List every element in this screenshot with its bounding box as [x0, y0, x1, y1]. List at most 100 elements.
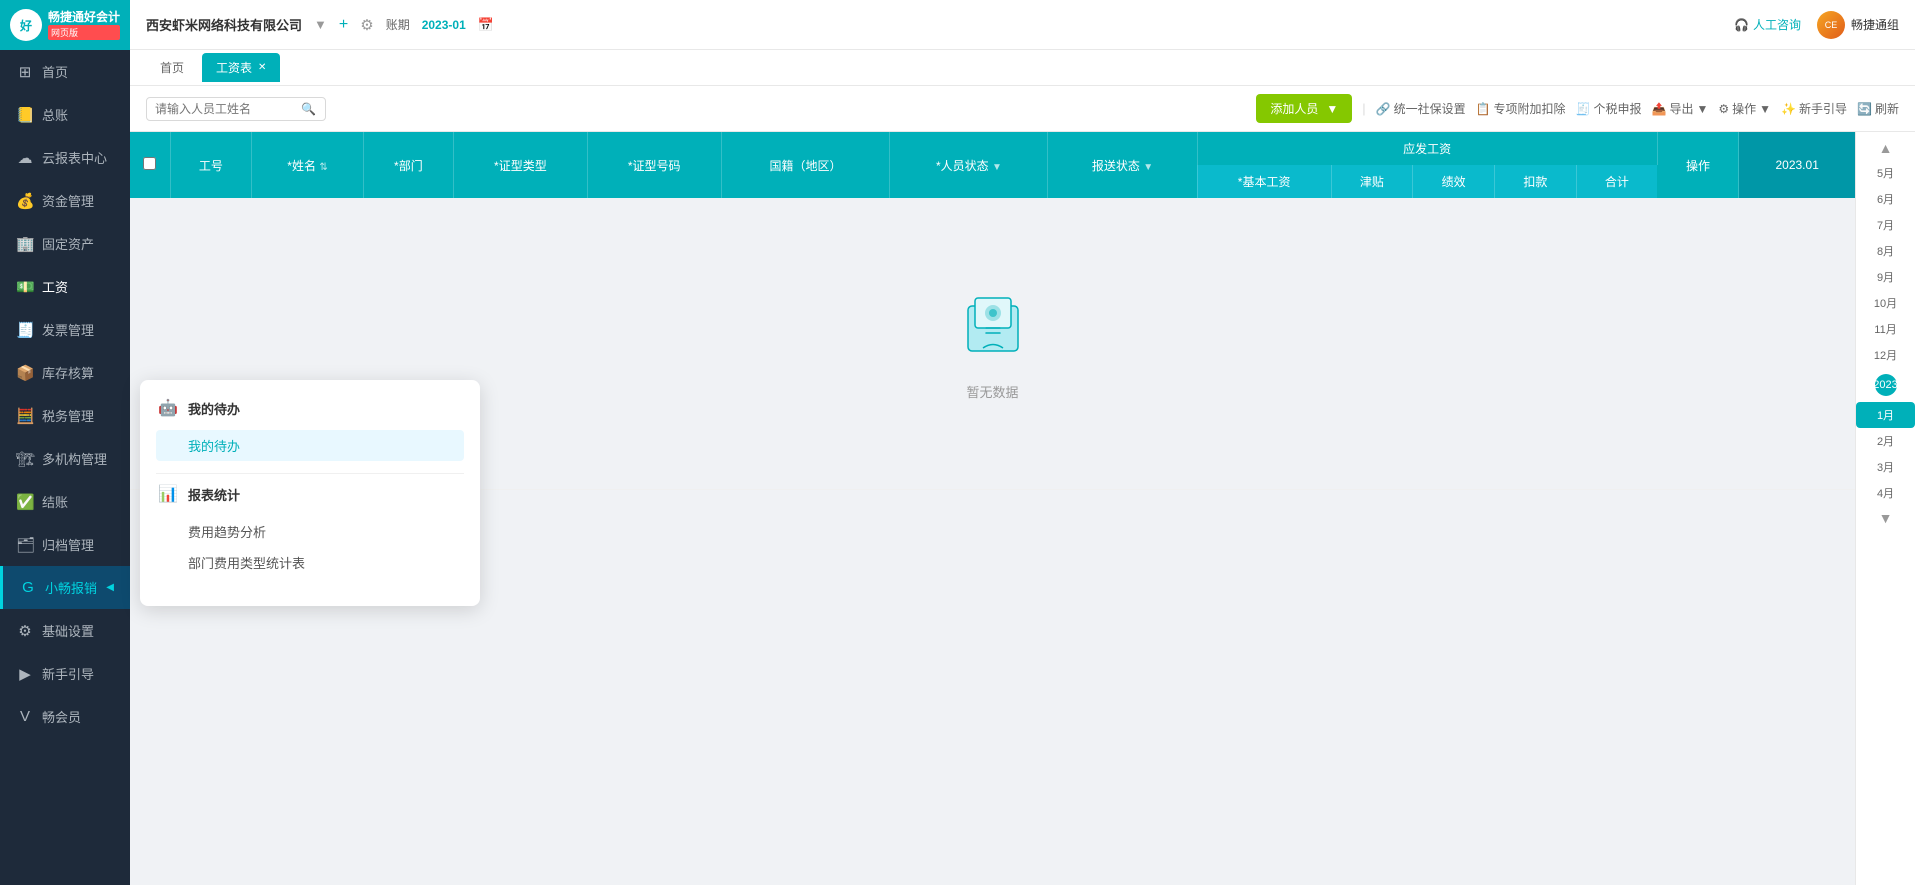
month-11[interactable]: 11月 [1856, 316, 1915, 342]
month-6[interactable]: 6月 [1856, 186, 1915, 212]
individual-tax-label: 个税申报 [1594, 100, 1642, 117]
todo-section-icon: 🤖 [156, 396, 180, 420]
logo-icon: 好 [10, 9, 42, 41]
calendar-icon[interactable]: 📅 [478, 17, 494, 33]
popup-item-my-todo[interactable]: 我的待办 [156, 430, 464, 461]
sidebar-label-salary: 工资 [42, 277, 68, 296]
sidebar-item-fund[interactable]: 💰 资金管理 [0, 179, 130, 222]
month-7[interactable]: 7月 [1856, 212, 1915, 238]
month-nav-down[interactable]: ▼ [1875, 506, 1897, 530]
sidebar-label-cloud: 云报表中心 [42, 148, 107, 167]
month-8[interactable]: 8月 [1856, 238, 1915, 264]
sidebar-item-salary[interactable]: 💵 工资 [0, 265, 130, 308]
dept-header: *部门 [363, 132, 453, 198]
sidebar-item-home[interactable]: ⊞ 首页 [0, 50, 130, 93]
send-filter-icon[interactable]: ▼ [1143, 162, 1153, 173]
search-box: 🔍 [146, 97, 326, 121]
deduction-label: 专项附加扣除 [1494, 100, 1566, 117]
company-dropdown-arrow[interactable]: ▼ [314, 17, 327, 32]
sidebar-item-archive[interactable]: 🗂 归档管理 [0, 523, 130, 566]
member-icon: V [16, 708, 34, 725]
tab-salary[interactable]: 工资表 ✕ [202, 53, 280, 82]
month-4[interactable]: 4月 [1856, 480, 1915, 506]
add-company-btn[interactable]: + [339, 16, 348, 34]
refresh-btn[interactable]: 🔄 刷新 [1857, 100, 1899, 117]
month-nav-up[interactable]: ▲ [1875, 136, 1897, 160]
tab-close-btn[interactable]: ✕ [258, 62, 266, 73]
search-input[interactable] [155, 102, 295, 116]
month-9[interactable]: 9月 [1856, 264, 1915, 290]
service-label: 人工咨询 [1753, 16, 1801, 33]
name-sort-icon[interactable]: ⇅ [319, 162, 327, 173]
sidebar-item-cloud-report[interactable]: ☁ 云报表中心 [0, 136, 130, 179]
individual-tax-btn[interactable]: 🧾 个税申报 [1576, 100, 1642, 117]
sidebar-item-xiaochang[interactable]: G 小畅报销 ◀ [0, 566, 130, 609]
year-badge: 2023 [1875, 374, 1897, 396]
sidebar-item-closing[interactable]: ✅ 结账 [0, 480, 130, 523]
person-status-header[interactable]: *人员状态 ▼ [890, 132, 1048, 198]
sidebar-item-multi-org[interactable]: 🏗 多机构管理 [0, 437, 130, 480]
sidebar-item-invoice[interactable]: 🧾 发票管理 [0, 308, 130, 351]
sidebar-item-member[interactable]: V 畅会员 [0, 695, 130, 738]
select-all-checkbox[interactable] [143, 157, 156, 170]
special-deduction-btn[interactable]: 📋 专项附加扣除 [1476, 100, 1566, 117]
status-filter-icon[interactable]: ▼ [992, 162, 1002, 173]
sidebar-label-xiaochang: 小畅报销 [45, 578, 97, 597]
topbar: 西安虾米网络科技有限公司 ▼ + ⚙ 账期 2023-01 📅 🎧 人工咨询 C… [130, 0, 1915, 50]
popup-item-cost-trend[interactable]: 费用趋势分析 [156, 516, 464, 547]
refresh-label: 刷新 [1875, 100, 1899, 117]
id-no-header: *证型号码 [587, 132, 721, 198]
month-10[interactable]: 10月 [1856, 290, 1915, 316]
topbar-right: 🎧 人工咨询 CE 畅捷通组 [1734, 11, 1899, 39]
sidebar-item-guide[interactable]: ▶ 新手引导 [0, 652, 130, 695]
salary-icon: 💵 [16, 278, 34, 296]
my-todo-label: 我的待办 [188, 439, 240, 454]
month-3[interactable]: 3月 [1856, 454, 1915, 480]
star-icon: ✨ [1781, 102, 1796, 116]
tax-icon: 🧮 [16, 407, 34, 425]
sidebar-label-invoice: 发票管理 [42, 320, 94, 339]
month-5[interactable]: 5月 [1856, 160, 1915, 186]
bonus-header: 津贴 [1331, 165, 1413, 198]
sidebar-label-archive: 归档管理 [42, 535, 94, 554]
month-2[interactable]: 2月 [1856, 428, 1915, 454]
month-12[interactable]: 12月 [1856, 342, 1915, 368]
add-dropdown-arrow[interactable]: ▼ [1326, 102, 1338, 116]
add-person-button[interactable]: 添加人员 ▼ [1256, 94, 1352, 123]
tab-home[interactable]: 首页 [146, 53, 198, 82]
sidebar-item-ledger[interactable]: 📒 总账 [0, 93, 130, 136]
empty-icon [953, 286, 1033, 366]
checkbox-header[interactable] [130, 132, 170, 198]
search-icon[interactable]: 🔍 [301, 102, 316, 116]
company-name[interactable]: 西安虾米网络科技有限公司 [146, 15, 302, 34]
tab-home-label: 首页 [160, 61, 184, 75]
service-button[interactable]: 🎧 人工咨询 [1734, 16, 1801, 33]
export-icon: 📤 [1652, 102, 1667, 116]
export-btn[interactable]: 📤 导出 ▼ [1652, 100, 1709, 117]
sidebar-item-inventory[interactable]: 📦 库存核算 [0, 351, 130, 394]
id-type-header: *证型类型 [453, 132, 587, 198]
cloud-icon: ☁ [16, 149, 34, 167]
operation-header: 操作 [1657, 132, 1739, 198]
name-header[interactable]: *姓名 ⇅ [252, 132, 364, 198]
sidebar: 好 畅捷通好会计 网页版 ⊞ 首页 📒 总账 ☁ 云报表中心 💰 资金管理 🏢 … [0, 0, 130, 885]
operation-btn[interactable]: ⚙ 操作 ▼ [1718, 100, 1771, 117]
month-1[interactable]: 1月 [1856, 402, 1915, 428]
sidebar-label-org: 多机构管理 [42, 449, 107, 468]
reports-title-label: 报表统计 [188, 485, 240, 504]
user-info[interactable]: CE 畅捷通组 [1817, 11, 1899, 39]
xiaochang-icon: G [19, 579, 37, 596]
month-navigator: ▲ 5月 6月 7月 8月 9月 10月 11月 12月 2023 1月 2月 … [1855, 132, 1915, 885]
performance-header: 绩效 [1413, 165, 1495, 198]
send-status-header[interactable]: 报送状态 ▼ [1048, 132, 1197, 198]
sidebar-item-fixed-assets[interactable]: 🏢 固定资产 [0, 222, 130, 265]
settings-icon[interactable]: ⚙ [360, 16, 373, 34]
salary-group-header: 应发工资 [1197, 132, 1657, 165]
popup-item-dept-cost[interactable]: 部门费用类型统计表 [156, 547, 464, 578]
sidebar-label-tax: 税务管理 [42, 406, 94, 425]
social-security-btn[interactable]: 🔗 统一社保设置 [1376, 100, 1466, 117]
sidebar-item-basic[interactable]: ⚙ 基础设置 [0, 609, 130, 652]
sidebar-item-tax[interactable]: 🧮 税务管理 [0, 394, 130, 437]
operation-arrow: ▼ [1759, 102, 1771, 116]
new-guide-btn[interactable]: ✨ 新手引导 [1781, 100, 1847, 117]
